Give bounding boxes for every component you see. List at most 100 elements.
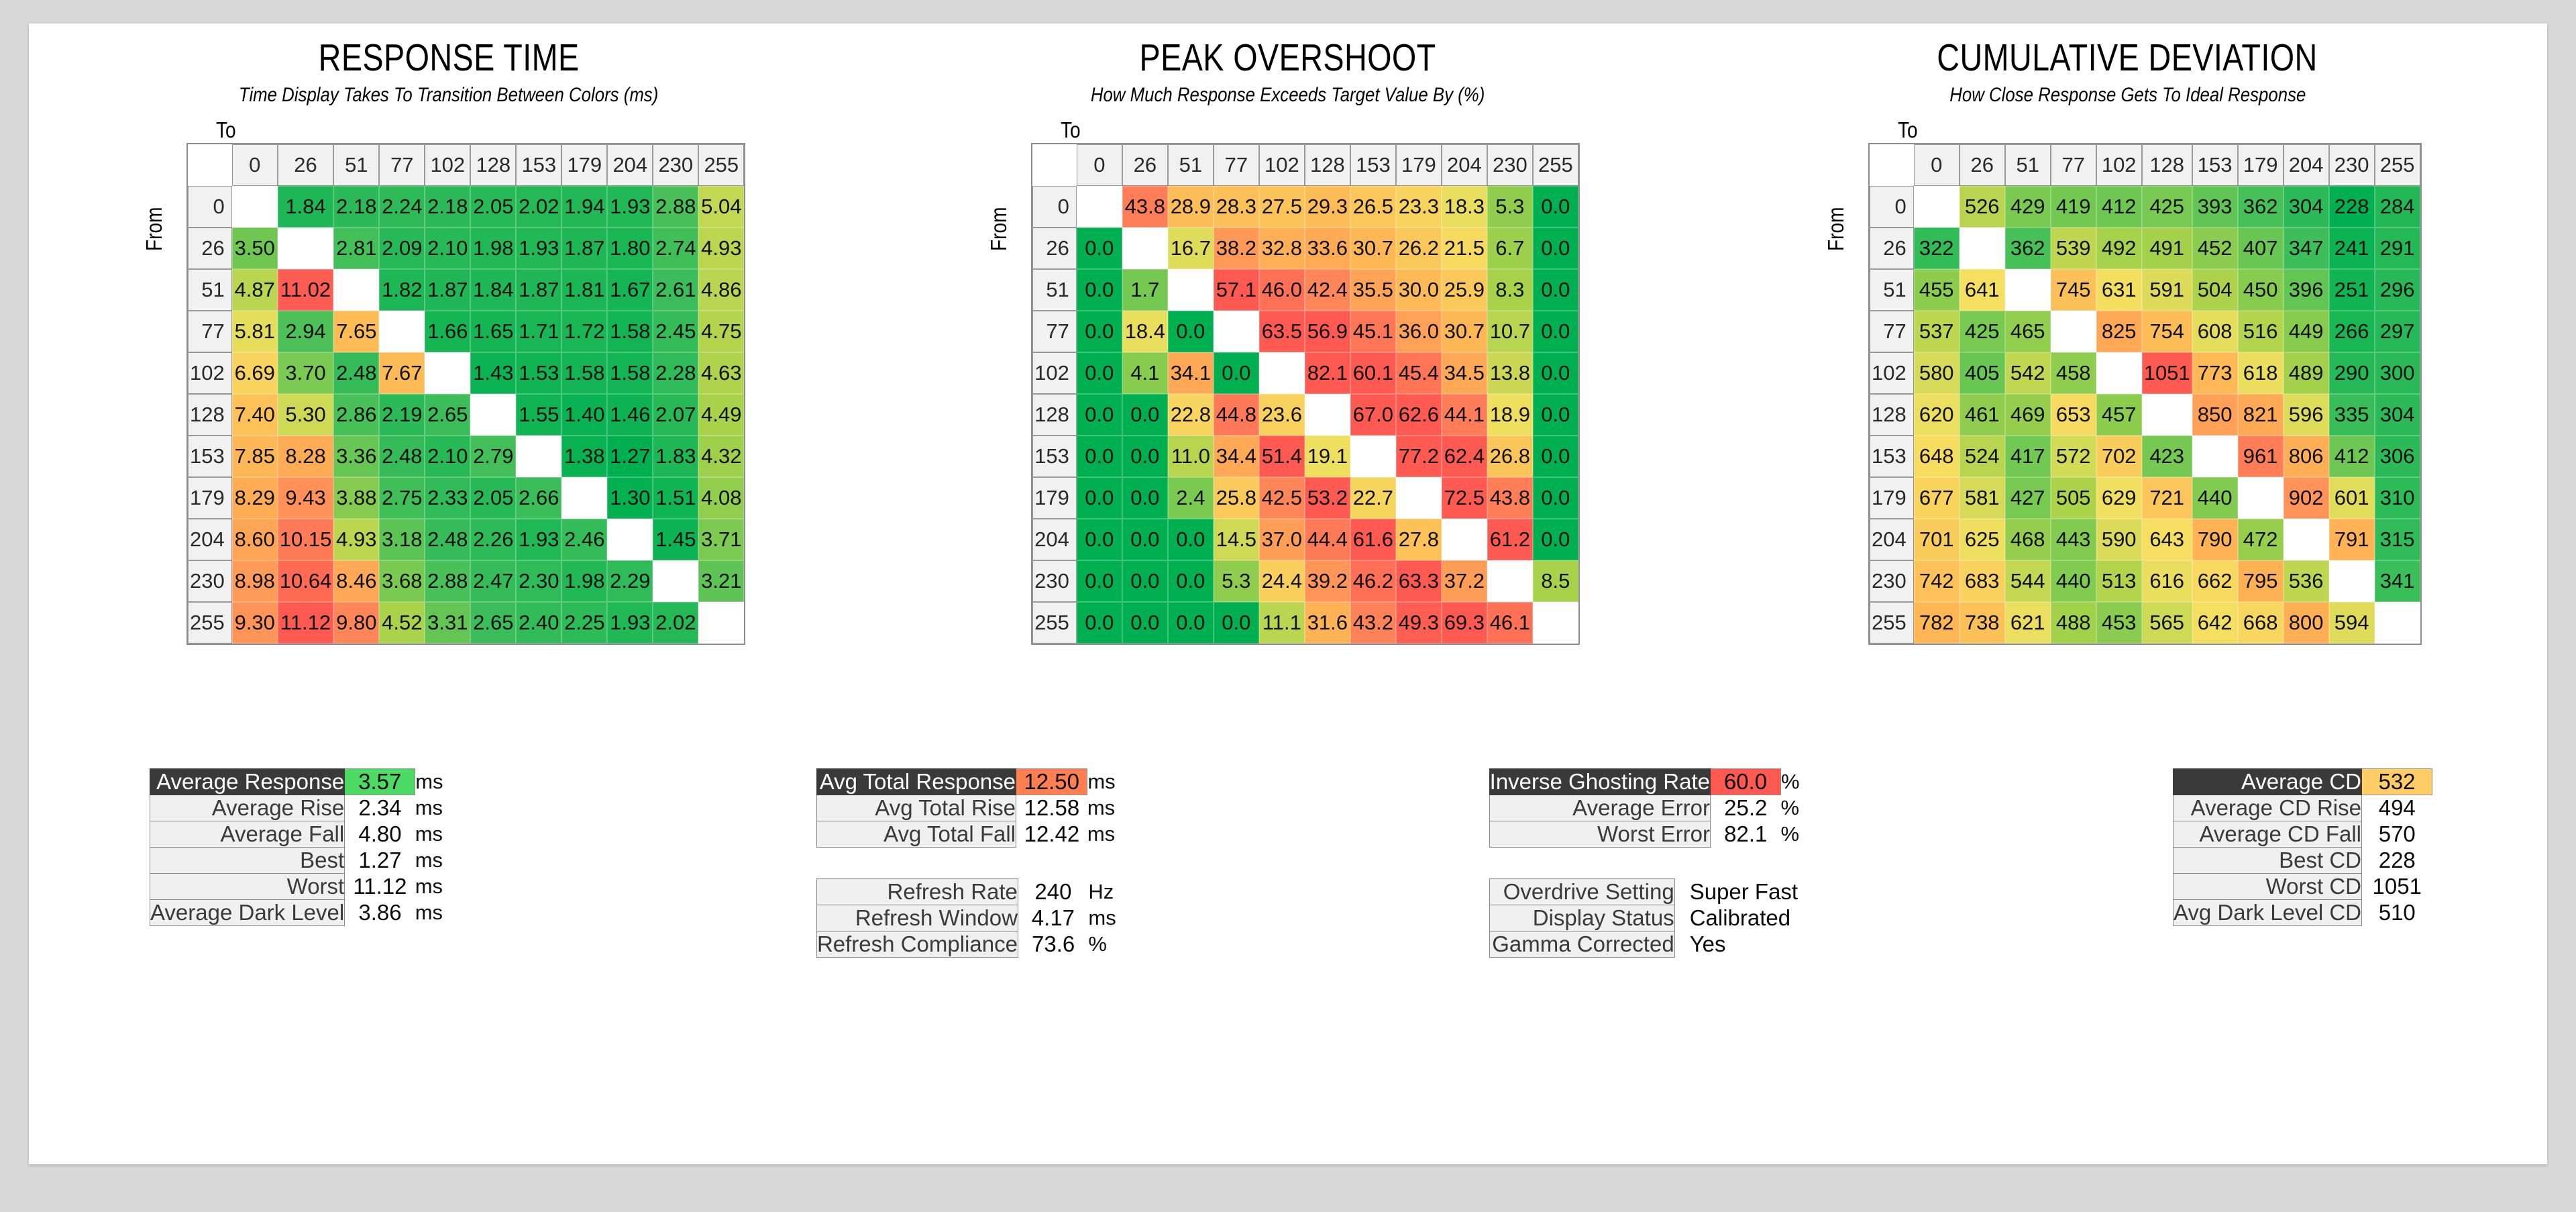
stat-value: 25.2 <box>1724 795 1768 821</box>
matrix-cell-diagonal <box>2004 269 2051 311</box>
matrix-cell: 4.75 <box>698 311 745 352</box>
matrix-cell: 34.5 <box>1441 352 1487 394</box>
matrix-cell: 412 <box>2096 186 2142 228</box>
matrix-cell: 1.45 <box>653 519 699 560</box>
stat-unit: ms <box>415 848 443 872</box>
matrix-cell: 1.72 <box>561 311 608 352</box>
matrix-cell: 745 <box>2050 269 2096 311</box>
matrix-cell: 449 <box>2283 311 2329 352</box>
matrix-cell: 2.10 <box>425 436 471 477</box>
matrix-cell: 1.87 <box>561 228 608 269</box>
matrix-cell: 1.81 <box>561 269 608 311</box>
stat-label: Average Response <box>149 768 345 795</box>
matrix-cell: 2.33 <box>425 477 471 519</box>
row-header: 128 <box>1869 394 1914 436</box>
matrix-cell: 77.2 <box>1395 436 1442 477</box>
matrix-cell: 3.50 <box>231 228 278 269</box>
matrix-cell: 291 <box>2374 228 2420 269</box>
matrix-row: 0 526 429 419 412 425 393 362 304 228 284 <box>1869 186 2420 228</box>
matrix-cell-diagonal <box>1167 269 1214 311</box>
matrix-cell: 25.8 <box>1213 477 1259 519</box>
matrix-cell: 2.48 <box>379 436 425 477</box>
stat-row: Average Rise 2.34 ms <box>149 795 444 821</box>
matrix-row: 255 0.0 0.0 0.0 0.0 11.1 31.6 43.2 49.3 69.3 46.1 <box>1032 602 1578 644</box>
stat-label: Inverse Ghosting Rate <box>1489 768 1711 795</box>
matrix-cell: 1.93 <box>607 602 653 644</box>
stat-unit <box>2432 821 2433 848</box>
matrix-cell: 3.21 <box>698 560 745 602</box>
row-header: 230 <box>1032 560 1077 602</box>
matrix-cell: 419 <box>2050 186 2096 228</box>
matrix-cell: 30.0 <box>1395 269 1442 311</box>
matrix-cell: 8.98 <box>231 560 278 602</box>
stat-unit: ms <box>1087 796 1116 819</box>
matrix-cell-diagonal <box>2096 352 2142 394</box>
axis-label-to: To <box>216 117 236 142</box>
row-header: 179 <box>1869 477 1914 519</box>
matrix-row: 26 0.0 16.7 38.2 32.8 33.6 30.7 26.2 21.5 6.7 0.0 <box>1032 228 1578 269</box>
stat-value: 1051 <box>2372 874 2422 899</box>
stat-row: Worst 11.12 ms <box>149 873 444 900</box>
stat-row: Worst CD 1051 <box>2172 873 2433 900</box>
matrix-cell: 800 <box>2283 602 2329 644</box>
matrix-cell: 27.8 <box>1395 519 1442 560</box>
stat-unit: ms <box>415 901 443 924</box>
matrix-cell: 1051 <box>2141 352 2192 394</box>
stat-row: Avg Total Response 12.50 ms <box>816 768 1116 795</box>
col-header: 102 <box>2096 144 2142 186</box>
row-header: 51 <box>1869 269 1914 311</box>
matrix-cell: 0.0 <box>1076 602 1122 644</box>
stat-label: Average Dark Level <box>149 899 345 926</box>
matrix-cell-diagonal <box>1395 477 1442 519</box>
matrix-panels: RESPONSE TIME Time Display Takes To Trans… <box>29 23 2547 648</box>
matrix-row: 255 9.30 11.12 9.80 4.52 3.31 2.65 2.40 2.25 1.93… <box>188 602 745 644</box>
matrix-corner <box>1870 144 1914 186</box>
matrix-cell: 425 <box>1959 311 2005 352</box>
stat-row: Refresh Window 4.17 ms <box>816 905 1116 931</box>
matrix-cell-diagonal <box>561 477 608 519</box>
matrix-cell: 2.4 <box>1167 477 1214 519</box>
matrix-cell: 468 <box>2004 519 2051 560</box>
stat-value: 1.27 <box>358 848 402 872</box>
matrix-row: 128 620 461 469 653 457 850 821 596 335 304 <box>1869 394 2420 436</box>
matrix-row: 102 580 405 542 458 1051 773 618 489 290 300 <box>1869 352 2420 394</box>
matrix-cell: 2.02 <box>653 602 699 644</box>
matrix-cell: 407 <box>2237 228 2284 269</box>
stat-value: 3.86 <box>358 900 402 925</box>
matrix-cell: 5.3 <box>1213 560 1259 602</box>
col-header: 0 <box>1076 144 1122 186</box>
col-header: 204 <box>607 144 653 186</box>
matrix-cell-diagonal <box>1913 186 1960 228</box>
matrix-cell: 457 <box>2096 394 2142 436</box>
matrix-cell: 11.0 <box>1167 436 1214 477</box>
matrix-cell: 2.10 <box>425 228 471 269</box>
matrix-cell: 306 <box>2374 436 2420 477</box>
matrix-cell: 2.18 <box>333 186 380 228</box>
matrix-cell: 5.81 <box>231 311 278 352</box>
matrix-cell: 29.3 <box>1304 186 1350 228</box>
matrix-cell: 22.8 <box>1167 394 1214 436</box>
matrix-cell: 10.64 <box>277 560 334 602</box>
matrix-cell: 46.0 <box>1258 269 1305 311</box>
stat-row: Overdrive Setting Super Fast <box>1489 878 1800 905</box>
matrix-row: 179 677 581 427 505 629 721 440 902 601 310 <box>1869 477 2420 519</box>
stat-row: Worst Error 82.1% <box>1489 821 1800 848</box>
matrix-cell: 412 <box>2328 436 2375 477</box>
matrix-cell: 63.3 <box>1395 560 1442 602</box>
matrix-cell: 2.19 <box>379 394 425 436</box>
row-header: 51 <box>188 269 232 311</box>
matrix-cell: 2.07 <box>653 394 699 436</box>
matrix-cell: 24.4 <box>1258 560 1305 602</box>
matrix-cell: 742 <box>1913 560 1960 602</box>
matrix-row: 179 0.0 0.0 2.4 25.8 42.5 53.2 22.7 72.5 43.8 0.0 <box>1032 477 1578 519</box>
matrix-cell: 0.0 <box>1167 560 1214 602</box>
matrix-row: 230 742 683 544 440 513 616 662 795 536 341 <box>1869 560 2420 602</box>
row-header: 230 <box>1869 560 1914 602</box>
matrix-cell: 2.65 <box>425 394 471 436</box>
matrix-cell-diagonal <box>516 436 562 477</box>
stat-unit <box>2432 874 2433 900</box>
matrix-row: 51 0.0 1.7 57.1 46.0 42.4 35.5 30.0 25.9 8.3 0.0 <box>1032 269 1578 311</box>
matrix-cell: 2.05 <box>470 477 517 519</box>
stat-value: 4.80 <box>358 821 402 846</box>
matrix-cell: 0.0 <box>1167 602 1214 644</box>
